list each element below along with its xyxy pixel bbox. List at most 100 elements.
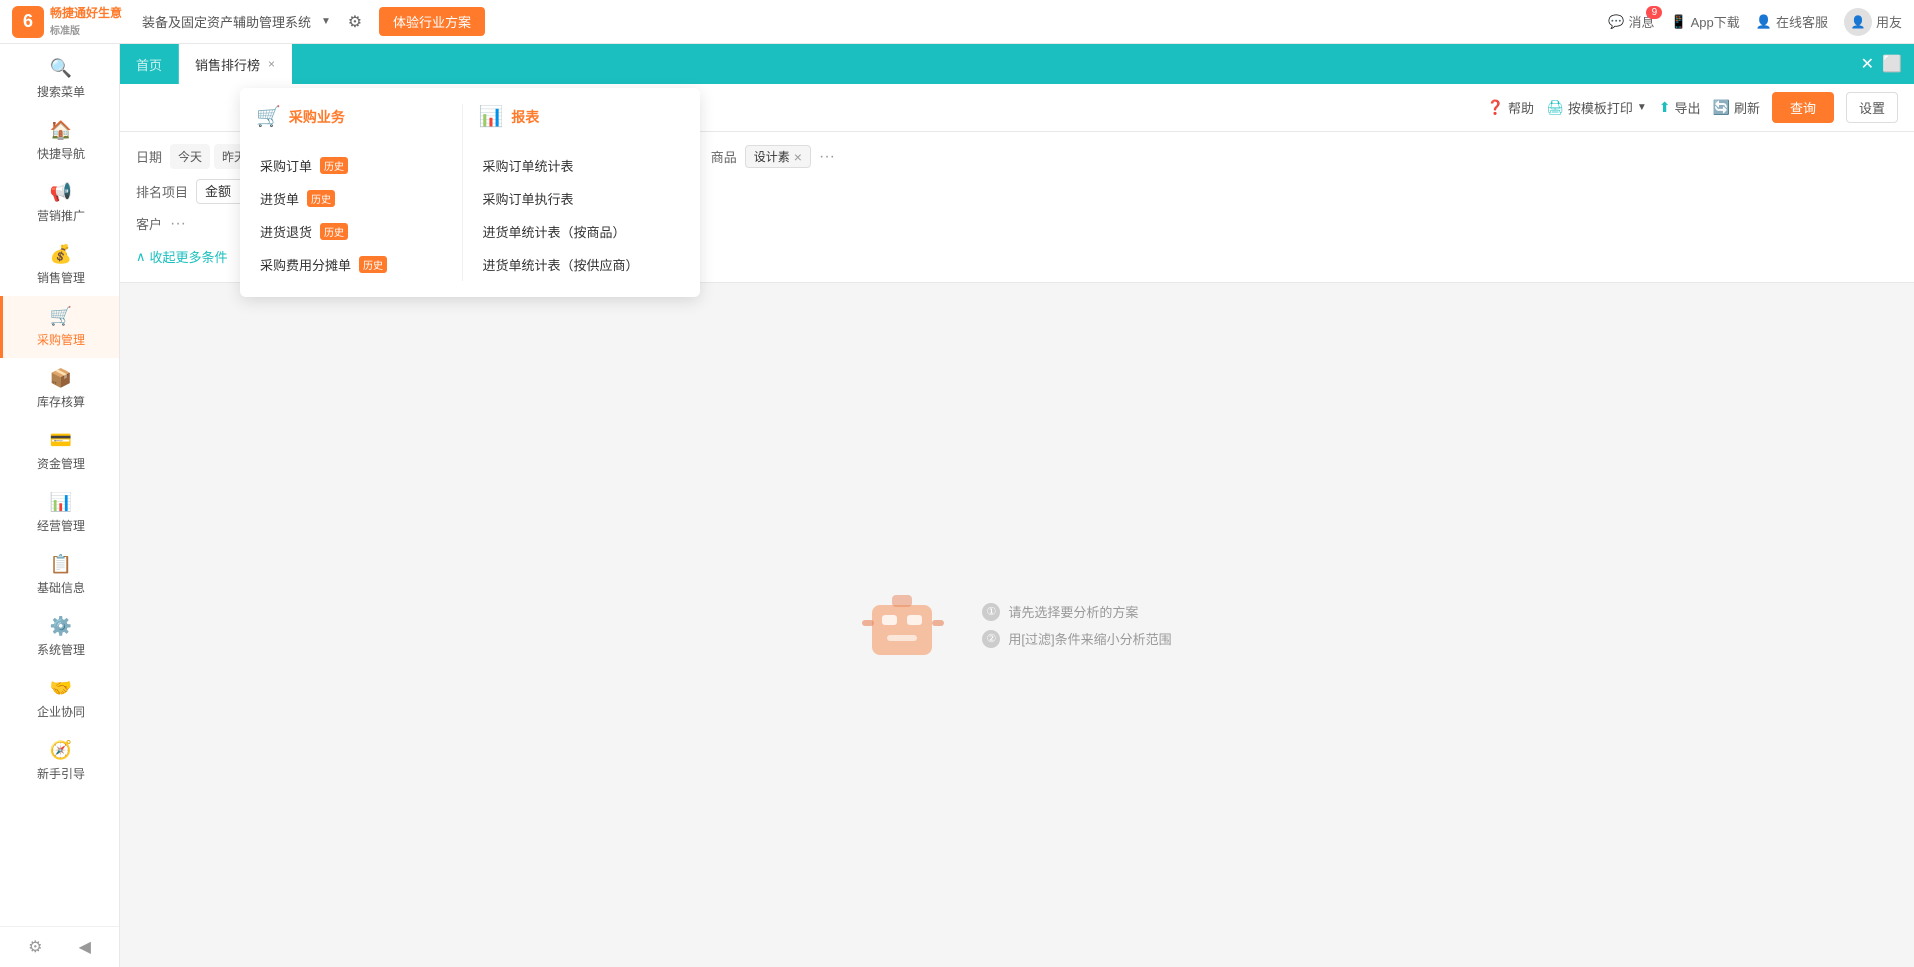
tab-bar-actions: ✕ ⬜ [1861, 54, 1914, 74]
menu-item-report-po-stat[interactable]: 采购订单统计表 [479, 149, 685, 182]
print-template-btn[interactable]: 🖨 按模板打印 ▼ [1546, 98, 1647, 117]
tab-close-btn[interactable]: ✕ [1861, 54, 1874, 74]
rank-label: 排名项目 [136, 182, 188, 201]
help-btn[interactable]: ❓ 帮助 [1487, 98, 1534, 117]
top-bar-left: 6 畅捷通好生意 标准版 装备及固定资产辅助管理系统 ▼ ⚙ 体验行业方案 [12, 6, 485, 38]
card-icon: 💳 [50, 430, 72, 451]
message-btn[interactable]: 💬 消息 9 [1608, 12, 1654, 31]
purchase-dropdown-menu: 🛒 采购业务 采购订单 历史 进货单 历史 进货退货 历史 采购费用分摊单 [240, 88, 700, 297]
box-icon: 📦 [50, 368, 72, 389]
settings-icon[interactable]: ⚙ [341, 8, 369, 36]
sidebar-item-sales[interactable]: 💰 销售管理 [0, 234, 119, 296]
sidebar-item-search[interactable]: 🔍 搜索菜单 [0, 48, 119, 110]
menu-item-purchase-expense-label: 采购费用分摊单 [260, 255, 351, 274]
industry-btn[interactable]: 体验行业方案 [379, 7, 485, 36]
goods-filter: 商品 设计素 × ··· [711, 145, 835, 168]
history-badge-1: 历史 [320, 157, 348, 174]
history-badge-4: 历史 [359, 256, 387, 273]
system-dropdown-btn[interactable]: ▼ [321, 16, 331, 27]
service-icon: 👤 [1756, 14, 1772, 30]
sidebar-item-purchase[interactable]: 🛒 采购管理 [0, 296, 119, 358]
message-badge: 9 [1646, 6, 1662, 19]
sidebar-item-marketing[interactable]: 📢 营销推广 [0, 172, 119, 234]
cart-icon: 🛒 [50, 306, 72, 327]
customer-more-btn[interactable]: ··· [170, 215, 186, 233]
sidebar-item-operations[interactable]: 📊 经营管理 [0, 482, 119, 544]
empty-robot-icon [862, 585, 952, 665]
goods-tag-remove[interactable]: × [794, 149, 802, 165]
menu-item-report-goods-by-product[interactable]: 进货单统计表（按商品） [479, 215, 685, 248]
history-badge-2: 历史 [307, 190, 335, 207]
menu-item-goods-return[interactable]: 进货退货 历史 [256, 215, 462, 248]
history-badge-3: 历史 [320, 223, 348, 240]
compass-icon: 🧭 [50, 740, 72, 761]
print-dropdown-icon: ▼ [1637, 102, 1647, 113]
logo-icon: 6 [12, 6, 44, 38]
sidebar-item-finance[interactable]: 💳 资金管理 [0, 420, 119, 482]
tab-sales-rank[interactable]: 销售排行榜 × [179, 44, 292, 84]
menu-col-purchase: 🛒 采购业务 采购订单 历史 进货单 历史 进货退货 历史 采购费用分摊单 [256, 104, 462, 281]
sidebar-item-quick-nav[interactable]: 🏠 快捷导航 [0, 110, 119, 172]
sidebar-collapse-btn[interactable]: ◀ [79, 937, 91, 957]
menu-item-purchase-expense[interactable]: 采购费用分摊单 历史 [256, 248, 462, 281]
menu-item-report-po-exec[interactable]: 采购订单执行表 [479, 182, 685, 215]
top-bar-right: 💬 消息 9 📱 App下载 👤 在线客服 👤 用友 [1608, 8, 1902, 36]
sidebar-item-guide[interactable]: 🧭 新手引导 [0, 730, 119, 792]
message-icon: 💬 [1608, 14, 1624, 30]
step-item-2: ② 用[过滤]条件来缩小分析范围 [982, 629, 1171, 648]
step-item-1: ① 请先选择要分析的方案 [982, 602, 1171, 621]
sidebar-item-inventory[interactable]: 📦 库存核算 [0, 358, 119, 420]
clipboard-icon: 📋 [50, 554, 72, 575]
date-preset-today[interactable]: 今天 [170, 144, 210, 169]
report-col-icon: 📊 [479, 104, 504, 129]
handshake-icon: 🤝 [50, 678, 72, 699]
avatar: 👤 [1844, 8, 1872, 36]
goods-tag: 设计素 × [745, 145, 811, 168]
menu-item-report-goods-by-supplier[interactable]: 进货单统计表（按供应商） [479, 248, 685, 281]
purchase-col-icon: 🛒 [256, 104, 281, 129]
menu-item-goods-receipt[interactable]: 进货单 历史 [256, 182, 462, 215]
logo-title: 畅捷通好生意 [50, 6, 122, 22]
menu-item-purchase-order[interactable]: 采购订单 历史 [256, 149, 462, 182]
tab-expand-btn[interactable]: ⬜ [1882, 54, 1902, 74]
user-btn[interactable]: 👤 用友 [1844, 8, 1902, 36]
goods-label: 商品 [711, 147, 737, 166]
menu-col-report: 📊 报表 采购订单统计表 采购订单执行表 进货单统计表（按商品） 进货单统计表（… [462, 104, 685, 281]
date-label: 日期 [136, 147, 162, 166]
app-download-btn[interactable]: 📱 App下载 [1670, 12, 1739, 31]
collapse-arrow-icon: ∧ [136, 249, 146, 265]
query-button[interactable]: 查询 [1772, 92, 1834, 123]
main-wrapper: 🔍 搜索菜单 🏠 快捷导航 📢 营销推广 💰 销售管理 🛒 采购管理 📦 [0, 44, 1914, 967]
sidebar-item-enterprise[interactable]: 🤝 企业协同 [0, 668, 119, 730]
logo-area: 6 畅捷通好生意 标准版 [12, 6, 122, 38]
sidebar-item-system[interactable]: ⚙️ 系统管理 [0, 606, 119, 668]
gear-icon: ⚙️ [50, 616, 72, 637]
menu-item-goods-return-label: 进货退货 [260, 222, 312, 241]
menu-col-report-title: 📊 报表 [479, 104, 685, 137]
tab-close-icon[interactable]: × [268, 57, 275, 71]
empty-state: ① 请先选择要分析的方案 ② 用[过滤]条件来缩小分析范围 [120, 283, 1914, 967]
sidebar-item-basic-info[interactable]: 📋 基础信息 [0, 544, 119, 606]
goods-more-btn[interactable]: ··· [819, 148, 835, 166]
megaphone-icon: 📢 [50, 182, 72, 203]
sidebar: 🔍 搜索菜单 🏠 快捷导航 📢 营销推广 💰 销售管理 🛒 采购管理 📦 [0, 44, 120, 967]
customer-filter: 客户 ··· [136, 214, 186, 233]
tab-home[interactable]: 首页 [120, 44, 179, 84]
online-service-btn[interactable]: 👤 在线客服 [1756, 12, 1828, 31]
refresh-btn[interactable]: 🔄 刷新 [1713, 98, 1760, 117]
export-btn[interactable]: ⬆ 导出 [1659, 98, 1701, 117]
export-icon: ⬆ [1659, 99, 1671, 116]
print-icon: 🖨 [1546, 99, 1564, 116]
logo-sub: 标准版 [50, 22, 122, 37]
top-bar: 6 畅捷通好生意 标准版 装备及固定资产辅助管理系统 ▼ ⚙ 体验行业方案 💬 … [0, 0, 1914, 44]
phone-icon: 📱 [1670, 14, 1686, 30]
sidebar-settings-btn[interactable]: ⚙ [28, 937, 42, 957]
menu-item-purchase-order-label: 采购订单 [260, 156, 312, 175]
search-icon: 🔍 [50, 58, 72, 79]
customer-label: 客户 [136, 214, 162, 233]
setting-button[interactable]: 设置 [1846, 92, 1898, 123]
tab-bar: 首页 销售排行榜 × ✕ ⬜ [120, 44, 1914, 84]
home-icon: 🏠 [50, 120, 72, 141]
sidebar-bottom: ⚙ ◀ [0, 926, 119, 967]
step-list: ① 请先选择要分析的方案 ② 用[过滤]条件来缩小分析范围 [982, 602, 1171, 648]
